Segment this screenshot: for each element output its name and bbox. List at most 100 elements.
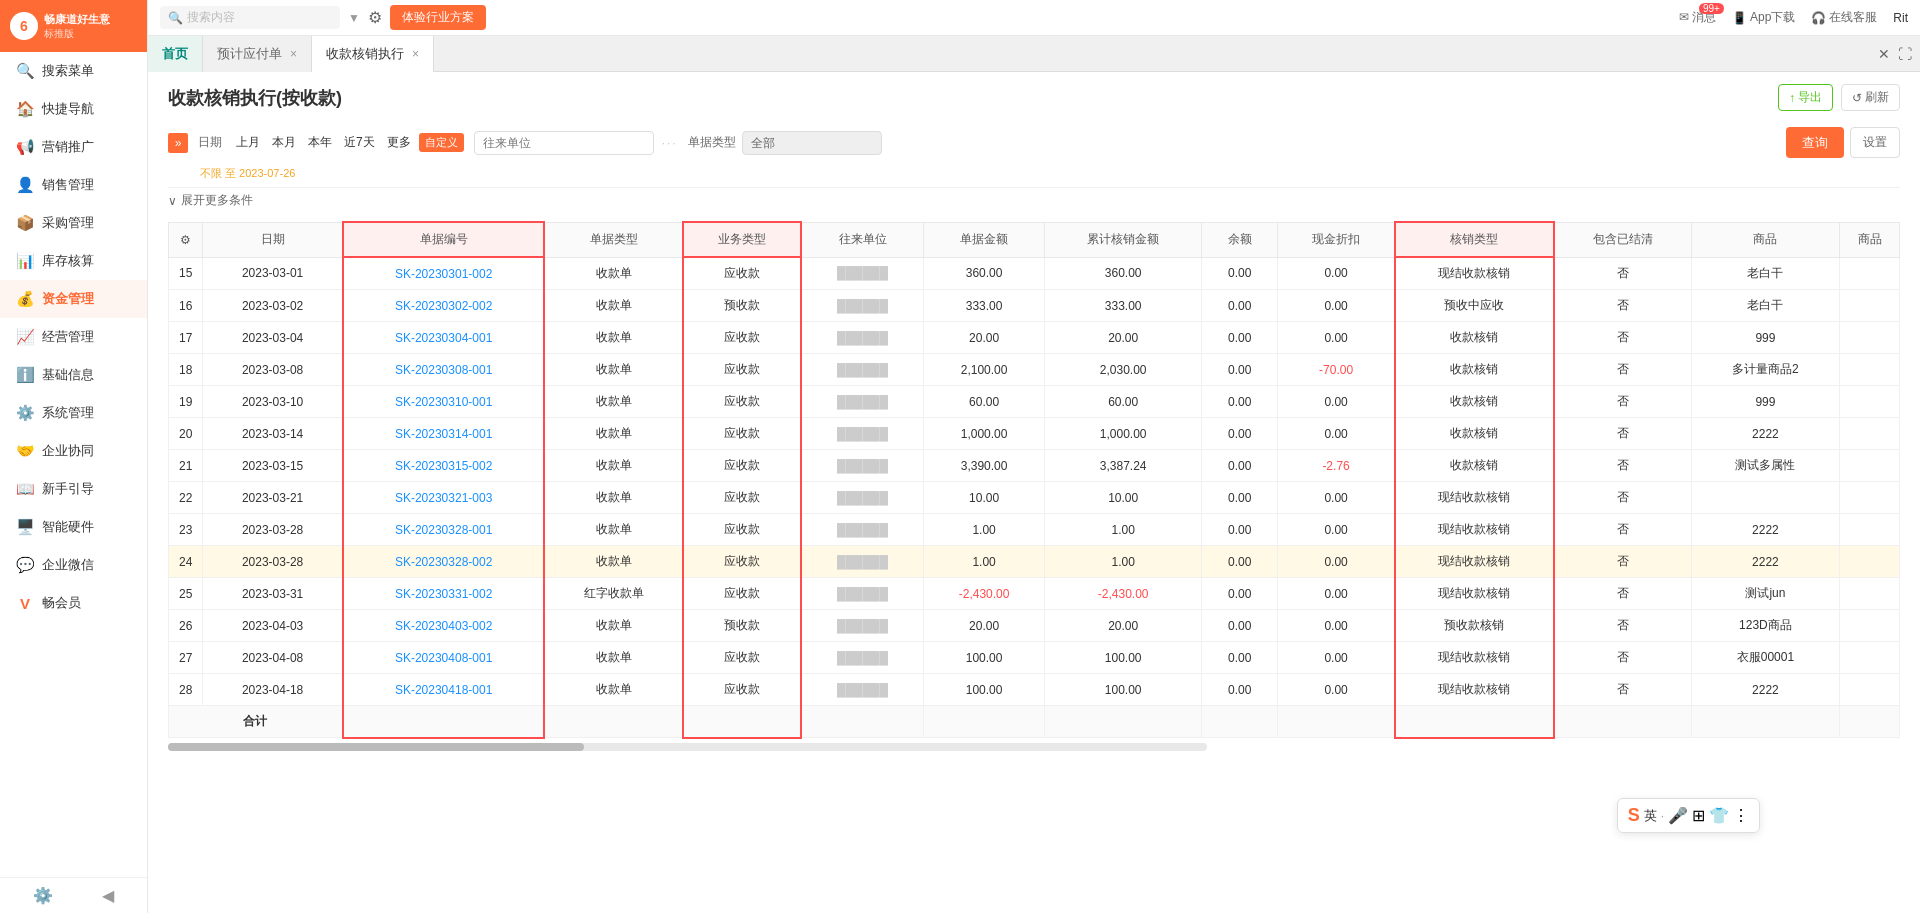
sidebar-item-member[interactable]: V 畅会员 bbox=[0, 584, 147, 622]
doc-no-link[interactable]: SK-20230328-002 bbox=[395, 555, 492, 569]
sidebar-item-quick[interactable]: 🏠 快捷导航 bbox=[0, 90, 147, 128]
cell-biz-type: 应收款 bbox=[683, 322, 801, 354]
dropdown-arrow-icon[interactable]: ▼ bbox=[348, 11, 360, 25]
cell-goods1: 老白干 bbox=[1691, 290, 1839, 322]
sidebar-item-wechat[interactable]: 💬 企业微信 bbox=[0, 546, 147, 584]
industry-solution-button[interactable]: 体验行业方案 bbox=[390, 5, 486, 30]
date-btn-this-year[interactable]: 本年 bbox=[304, 132, 336, 153]
scrollbar-hint[interactable] bbox=[168, 743, 1207, 751]
cell-verify-type: 现结收款核销 bbox=[1395, 514, 1554, 546]
cell-goods1: 2222 bbox=[1691, 674, 1839, 706]
doc-no-link[interactable]: SK-20230304-001 bbox=[395, 331, 492, 345]
topbar-search[interactable]: 🔍 搜索内容 bbox=[160, 6, 340, 29]
cell-included: 否 bbox=[1554, 546, 1692, 578]
tab-collection-close-icon[interactable]: × bbox=[412, 47, 419, 61]
th-amount[interactable]: 单据金额 bbox=[924, 222, 1045, 257]
date-btn-last-month[interactable]: 上月 bbox=[232, 132, 264, 153]
unit-input[interactable] bbox=[474, 131, 654, 155]
tab-home[interactable]: 首页 bbox=[148, 36, 203, 72]
tab-close-all-icon[interactable]: ✕ bbox=[1878, 46, 1890, 62]
doc-no-link[interactable]: SK-20230328-001 bbox=[395, 523, 492, 537]
cell-balance: 0.00 bbox=[1202, 257, 1278, 290]
doc-no-link[interactable]: SK-20230301-002 bbox=[395, 267, 492, 281]
doc-no-link[interactable]: SK-20230403-002 bbox=[395, 619, 492, 633]
scrollbar-thumb[interactable] bbox=[168, 743, 584, 751]
th-goods1[interactable]: 商品 bbox=[1691, 222, 1839, 257]
sidebar: 6 畅康道好生意 标推版 🔍 搜索菜单 🏠 快捷导航 📢 营销推广 👤 销售管理… bbox=[0, 0, 148, 913]
cell-goods2 bbox=[1840, 290, 1900, 322]
sidebar-item-inventory[interactable]: 📊 库存核算 bbox=[0, 242, 147, 280]
sidebar-item-label: 资金管理 bbox=[42, 290, 94, 308]
sidebar-item-cooperation[interactable]: 🤝 企业协同 bbox=[0, 432, 147, 470]
date-btn-custom[interactable]: 自定义 bbox=[419, 133, 464, 152]
collapse-icon[interactable]: ◀ bbox=[102, 886, 114, 905]
mic-icon[interactable]: 🎤 bbox=[1668, 806, 1688, 825]
date-btn-this-month[interactable]: 本月 bbox=[268, 132, 300, 153]
doc-no-link[interactable]: SK-20230331-002 bbox=[395, 587, 492, 601]
sidebar-item-label: 基础信息 bbox=[42, 366, 94, 384]
th-cash-disc[interactable]: 现金折扣 bbox=[1278, 222, 1395, 257]
shirt-icon[interactable]: 👕 bbox=[1709, 806, 1729, 825]
tab-expand-icon[interactable]: ⛶ bbox=[1898, 46, 1912, 62]
refresh-icon: ↺ bbox=[1852, 91, 1862, 105]
tab-prepayment[interactable]: 预计应付单 × bbox=[203, 36, 312, 72]
sidebar-item-system[interactable]: ⚙️ 系统管理 bbox=[0, 394, 147, 432]
expand-more-button[interactable]: ∨ 展开更多条件 bbox=[168, 187, 1900, 213]
th-settings[interactable]: ⚙ bbox=[169, 222, 203, 257]
doc-no-link[interactable]: SK-20230408-001 bbox=[395, 651, 492, 665]
th-date[interactable]: 日期 bbox=[203, 222, 343, 257]
doc-no-link[interactable]: SK-20230310-001 bbox=[395, 395, 492, 409]
cell-unit: ██████ bbox=[801, 642, 923, 674]
th-accum[interactable]: 累计核销金额 bbox=[1045, 222, 1202, 257]
th-biz-type[interactable]: 业务类型 bbox=[683, 222, 801, 257]
tab-prepayment-close-icon[interactable]: × bbox=[290, 47, 297, 61]
cell-date: 2023-03-14 bbox=[203, 418, 343, 450]
doc-no-link[interactable]: SK-20230314-001 bbox=[395, 427, 492, 441]
cell-doc-type: 收款单 bbox=[544, 354, 682, 386]
doc-type-select[interactable]: 全部 bbox=[742, 131, 882, 155]
settings-button[interactable]: 设置 bbox=[1850, 127, 1900, 158]
cell-amount: 20.00 bbox=[924, 610, 1045, 642]
sidebar-item-basic[interactable]: ℹ️ 基础信息 bbox=[0, 356, 147, 394]
date-btn-more[interactable]: 更多 bbox=[383, 132, 415, 153]
refresh-button[interactable]: ↺ 刷新 bbox=[1841, 84, 1900, 111]
message-button[interactable]: ✉ 消息 99+ bbox=[1679, 9, 1716, 26]
th-verify-type[interactable]: 核销类型 bbox=[1395, 222, 1554, 257]
th-doc-no[interactable]: 单据编号 bbox=[343, 222, 545, 257]
gear-icon[interactable]: ⚙ bbox=[368, 8, 382, 27]
online-service-button[interactable]: 🎧 在线客服 bbox=[1811, 9, 1877, 26]
cell-date: 2023-03-01 bbox=[203, 257, 343, 290]
doc-no-link[interactable]: SK-20230302-002 bbox=[395, 299, 492, 313]
cell-date: 2023-03-10 bbox=[203, 386, 343, 418]
cell-cash-disc: 0.00 bbox=[1278, 546, 1395, 578]
th-goods2[interactable]: 商品 bbox=[1840, 222, 1900, 257]
sidebar-item-search[interactable]: 🔍 搜索菜单 bbox=[0, 52, 147, 90]
th-included[interactable]: 包含已结清 bbox=[1554, 222, 1692, 257]
settings-icon[interactable]: ⚙️ bbox=[33, 886, 53, 905]
more-icon[interactable]: ⋮ bbox=[1733, 806, 1749, 825]
cell-doc-no: SK-20230302-002 bbox=[343, 290, 545, 322]
sidebar-item-marketing[interactable]: 📢 营销推广 bbox=[0, 128, 147, 166]
doc-no-link[interactable]: SK-20230418-001 bbox=[395, 683, 492, 697]
tab-collection[interactable]: 收款核销执行 × bbox=[312, 36, 434, 72]
sidebar-item-sales[interactable]: 👤 销售管理 bbox=[0, 166, 147, 204]
cell-biz-type: 预收款 bbox=[683, 610, 801, 642]
sidebar-item-purchase[interactable]: 📦 采购管理 bbox=[0, 204, 147, 242]
export-button[interactable]: ↑ 导出 bbox=[1778, 84, 1833, 111]
date-btn-7days[interactable]: 近7天 bbox=[340, 132, 379, 153]
sidebar-item-hardware[interactable]: 🖥️ 智能硬件 bbox=[0, 508, 147, 546]
th-doc-type[interactable]: 单据类型 bbox=[544, 222, 682, 257]
doc-no-link[interactable]: SK-20230321-003 bbox=[395, 491, 492, 505]
th-unit[interactable]: 往来单位 bbox=[801, 222, 923, 257]
doc-no-link[interactable]: SK-20230315-002 bbox=[395, 459, 492, 473]
filter-collapse-button[interactable]: » bbox=[168, 133, 188, 153]
sidebar-item-guide[interactable]: 📖 新手引导 bbox=[0, 470, 147, 508]
doc-no-link[interactable]: SK-20230308-001 bbox=[395, 363, 492, 377]
sidebar-item-finance[interactable]: 💰 资金管理 bbox=[0, 280, 147, 318]
grid-icon[interactable]: ⊞ bbox=[1692, 806, 1705, 825]
th-balance[interactable]: 余额 bbox=[1202, 222, 1278, 257]
sidebar-item-operations[interactable]: 📈 经营管理 bbox=[0, 318, 147, 356]
query-button[interactable]: 查询 bbox=[1786, 127, 1844, 158]
cell-accum: 3,387.24 bbox=[1045, 450, 1202, 482]
app-download-button[interactable]: 📱 App下载 bbox=[1732, 9, 1795, 26]
